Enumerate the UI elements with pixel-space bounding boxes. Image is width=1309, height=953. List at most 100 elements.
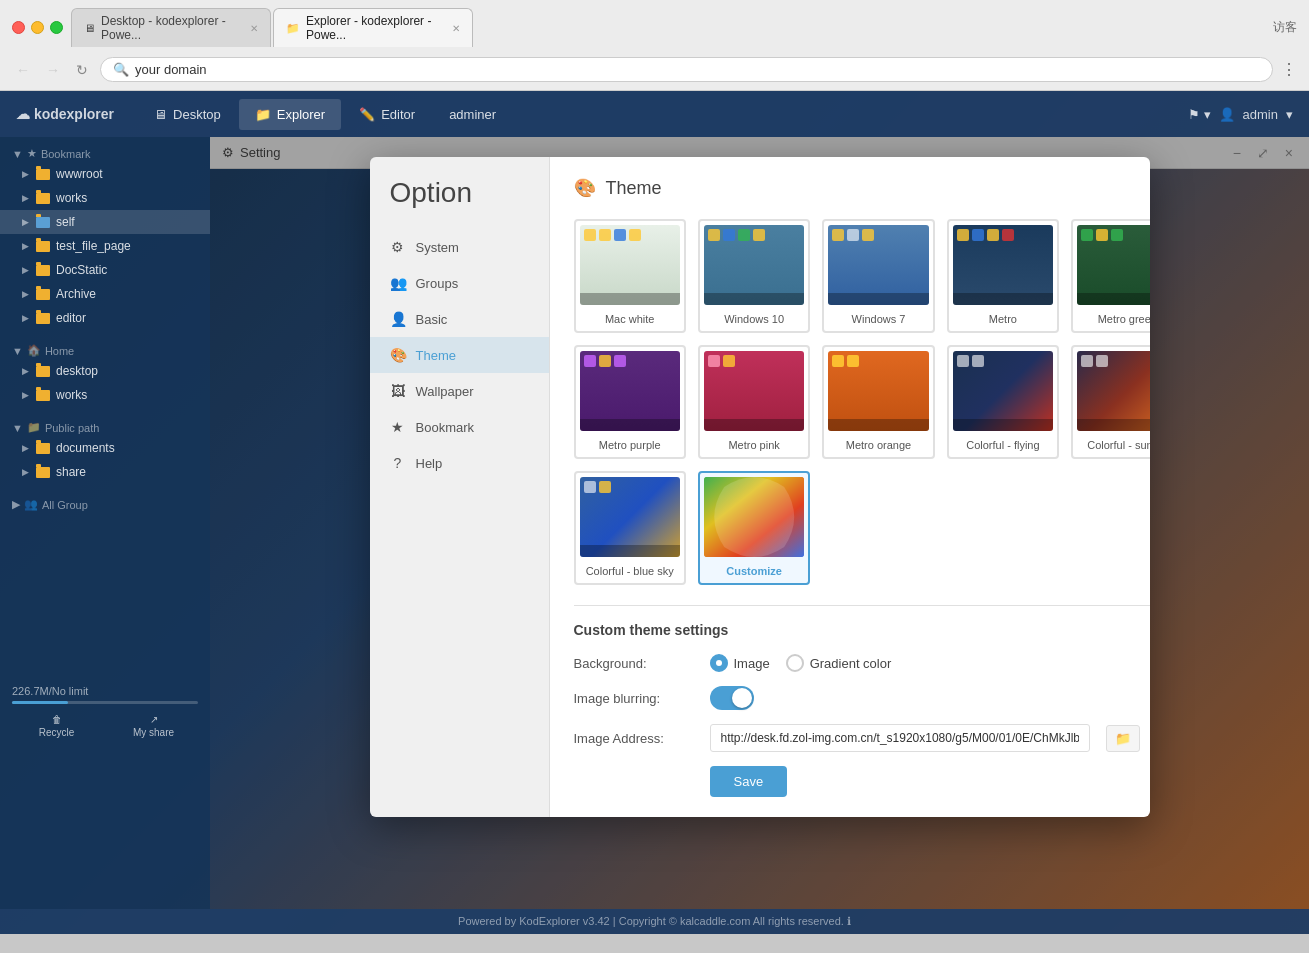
mini-icon [1111,229,1123,241]
theme-item-colorful-sunset[interactable]: Colorful - sunset [1071,345,1149,459]
sidebar-item-wwwroot[interactable]: ▶ wwwroot [0,162,210,186]
theme-item-metro-orange[interactable]: Metro orange [822,345,934,459]
theme-preview-colorful-flying [953,351,1053,431]
sidebar-item-share[interactable]: ▶ share [0,460,210,484]
image-address-input[interactable] [710,724,1090,752]
close-traffic-light[interactable] [12,21,25,34]
mini-icon [708,355,720,367]
tab-2-close[interactable]: ✕ [452,23,460,34]
background-row: Background: Image Gradient c [574,654,1150,672]
theme-metro-orange-label: Metro orange [828,437,928,453]
logo-icon: ☁ [16,106,30,122]
sidebar-item-archive[interactable]: ▶ Archive [0,282,210,306]
tab-1-close[interactable]: ✕ [250,23,258,34]
theme-item-colorful-bluesky[interactable]: Colorful - blue sky [574,471,686,585]
minimize-traffic-light[interactable] [31,21,44,34]
theme-item-mac-white[interactable]: Mac white [574,219,686,333]
theme-preview-win7 [828,225,928,305]
folder-icon [36,467,50,478]
groups-icon: 👥 [390,275,406,291]
sidebar-item-editor[interactable]: ▶ editor [0,306,210,330]
sidebar-item-self[interactable]: ▶ self [0,210,210,234]
option-menu-basic[interactable]: 👤 Basic [370,301,549,337]
expand-icon: ▶ [20,241,30,251]
home-expand-icon[interactable]: ▼ [12,345,23,357]
theme-preview-metro-orange [828,351,928,431]
tab-1-icon: 🖥 [84,22,95,34]
theme-metro-green-label: Metro green [1077,311,1149,327]
theme-item-metro-pink[interactable]: Metro pink [698,345,810,459]
modal-overlay: Option ⚙ System 👥 Groups 👤 [210,137,1309,909]
browse-button[interactable]: 📁 [1106,725,1140,752]
address-input[interactable] [135,62,1260,77]
theme-item-customize[interactable]: Customize [698,471,810,585]
maximize-traffic-light[interactable] [50,21,63,34]
option-menu-bookmark[interactable]: ★ Bookmark [370,409,549,445]
sidebar-item-works2[interactable]: ▶ works [0,383,210,407]
recycle-button[interactable]: 🗑 Recycle [12,714,101,738]
item-works2-label: works [56,388,87,402]
theme-item-colorful-flying[interactable]: Colorful - flying [947,345,1059,459]
mini-icon [847,355,859,367]
image-blurring-toggle[interactable] [710,686,754,710]
sidebar-item-docstatic[interactable]: ▶ DocStatic [0,258,210,282]
option-menu-wallpaper[interactable]: 🖼 Wallpaper [370,373,549,409]
sidebar-allgroup-group[interactable]: ▶ 👥 All Group [0,492,210,513]
browser-tab-2[interactable]: 📁 Explorer - kodexplorer - Powe... ✕ [273,8,473,47]
back-button[interactable]: ← [12,60,34,80]
folder-icon [36,241,50,252]
mini-taskbar [828,293,928,305]
nav-editor[interactable]: ✏️ Editor [343,99,431,130]
expand-icon: ▶ [20,289,30,299]
mini-icon [599,481,611,493]
image-radio-item[interactable]: Image [710,654,770,672]
theme-item-win10[interactable]: Windows 10 [698,219,810,333]
sidebar-item-desktop[interactable]: ▶ desktop [0,359,210,383]
browser-tab-1[interactable]: 🖥 Desktop - kodexplorer - Powe... ✕ [71,8,271,47]
allgroup-expand-icon: ▶ [12,498,20,511]
mini-taskbar [704,293,804,305]
sidebar-public-section: ▼ 📁 Public path ▶ documents ▶ share [0,411,210,488]
nav-adminer[interactable]: adminer [433,99,512,130]
mini-icon [1002,229,1014,241]
option-menu-theme[interactable]: 🎨 Theme [370,337,549,373]
flag-icon[interactable]: ⚑ ▾ [1188,107,1211,122]
forward-button[interactable]: → [42,60,64,80]
item-works-label: works [56,191,87,205]
mini-icon [599,229,611,241]
expand-icon: ▶ [20,467,30,477]
reload-button[interactable]: ↻ [72,60,92,80]
public-expand-icon[interactable]: ▼ [12,422,23,434]
mini-icons [832,229,924,241]
nav-editor-label: Editor [381,107,415,122]
option-menu-help[interactable]: ? Help [370,445,549,481]
sidebar-item-test[interactable]: ▶ test_file_page [0,234,210,258]
footer-text: Powered by KodExplorer v3.42 | Copyright… [458,915,851,927]
theme-item-win7[interactable]: Windows 7 [822,219,934,333]
nav-explorer[interactable]: 📁 Explorer [239,99,341,130]
mini-icon [708,229,720,241]
sidebar-item-works[interactable]: ▶ works [0,186,210,210]
custom-settings-section: Custom theme settings Background: Image [574,605,1150,797]
more-button[interactable]: ⋮ [1281,60,1297,79]
theme-item-metro[interactable]: Metro [947,219,1059,333]
option-menu-groups[interactable]: 👥 Groups [370,265,549,301]
sidebar-item-documents[interactable]: ▶ documents [0,436,210,460]
mini-icon [972,229,984,241]
option-menu-system[interactable]: ⚙ System [370,229,549,265]
myshare-button[interactable]: ↗ My share [109,714,198,738]
theme-item-metro-purple[interactable]: Metro purple [574,345,686,459]
save-button[interactable]: Save [710,766,788,797]
theme-colorful-sunset-label: Colorful - sunset [1077,437,1149,453]
theme-metro-pink-label: Metro pink [704,437,804,453]
myshare-label: My share [133,727,174,738]
expand-icon: ▶ [20,366,30,376]
gradient-radio-item[interactable]: Gradient color [786,654,892,672]
nav-desktop[interactable]: 🖥 Desktop [138,99,237,130]
bookmark-expand-icon[interactable]: ▼ [12,148,23,160]
folder-icon [36,313,50,324]
user-menu-chevron[interactable]: ▾ [1286,107,1293,122]
app-header-right: ⚑ ▾ 👤 admin ▾ [1188,107,1293,122]
theme-item-metro-green[interactable]: Metro green [1071,219,1149,333]
browser-tabs: 🖥 Desktop - kodexplorer - Powe... ✕ 📁 Ex… [71,8,1265,47]
